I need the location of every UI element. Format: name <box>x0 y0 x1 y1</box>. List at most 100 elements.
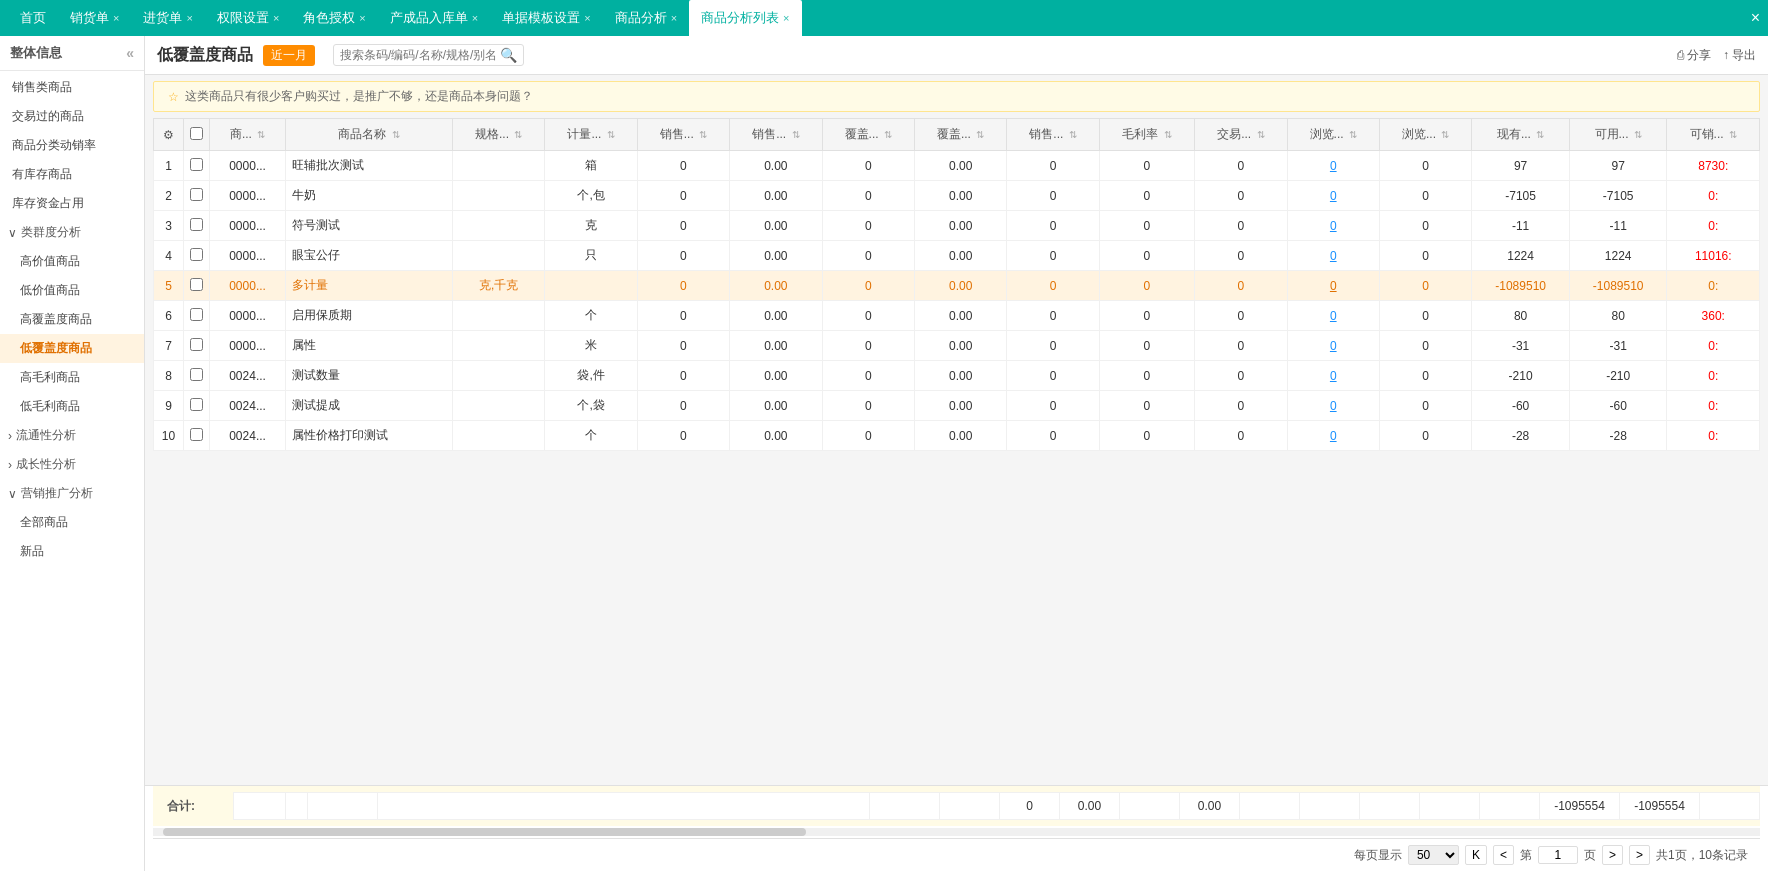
th-sales-amt[interactable]: 销售... ⇅ <box>730 119 822 151</box>
chevron-right-icon: › <box>8 429 12 443</box>
next-page-button[interactable]: > <box>1602 845 1623 865</box>
page-number-input[interactable] <box>1538 846 1578 864</box>
sidebar-item-low-coverage[interactable]: 低覆盖度商品 <box>0 334 144 363</box>
window-close-button[interactable]: × <box>1751 9 1760 27</box>
row-spec <box>452 301 544 331</box>
tab-sales-order[interactable]: 销货单 × <box>58 0 131 36</box>
row-number: 5 <box>154 271 184 301</box>
row-select-checkbox[interactable] <box>190 248 203 261</box>
th-sellable[interactable]: 可销... ⇅ <box>1667 119 1760 151</box>
th-sales3[interactable]: 销售... ⇅ <box>1007 119 1099 151</box>
row-browse2: 0 <box>1379 391 1471 421</box>
row-browse1: 0 <box>1287 421 1379 451</box>
sidebar-group-liquidity[interactable]: › 流通性分析 <box>0 421 144 450</box>
row-gross-margin: 0 <box>1099 301 1194 331</box>
row-select-checkbox[interactable] <box>190 398 203 411</box>
sidebar-item-high-margin[interactable]: 高毛利商品 <box>0 363 144 392</box>
row-name: 测试提成 <box>286 391 453 421</box>
row-browse2: 0 <box>1379 331 1471 361</box>
row-available: 1224 <box>1569 241 1667 271</box>
sidebar-group-category-analysis[interactable]: ∨ 类群度分析 <box>0 218 144 247</box>
row-trade: 0 <box>1195 181 1287 211</box>
th-checkbox <box>184 119 210 151</box>
row-select-checkbox[interactable] <box>190 188 203 201</box>
tab-product-analysis-list[interactable]: 商品分析列表 × <box>689 0 801 36</box>
row-browse1: 0 <box>1287 391 1379 421</box>
sidebar-item-high-value[interactable]: 高价值商品 <box>0 247 144 276</box>
sidebar-collapse-button[interactable]: « <box>126 45 134 61</box>
data-table: ⚙ 商... ⇅ 商品名称 ⇅ 规格... ⇅ 计量... ⇅ 销售... ⇅ … <box>153 118 1760 451</box>
th-gross-margin[interactable]: 毛利率 ⇅ <box>1099 119 1194 151</box>
tab-purchase-order[interactable]: 进货单 × <box>131 0 204 36</box>
row-spec <box>452 391 544 421</box>
table-row: 30000...符号测试克00.0000.0000000-11-110: <box>154 211 1760 241</box>
sidebar-item-traded-goods[interactable]: 交易过的商品 <box>0 102 144 131</box>
sidebar-item-all-goods[interactable]: 全部商品 <box>0 508 144 537</box>
th-sales-qty[interactable]: 销售... ⇅ <box>637 119 729 151</box>
row-current-stock: 80 <box>1472 301 1570 331</box>
row-unit: 个 <box>545 421 637 451</box>
sidebar-item-category-turnover[interactable]: 商品分类动销率 <box>0 131 144 160</box>
row-select-checkbox[interactable] <box>190 368 203 381</box>
sidebar-group-growth[interactable]: › 成长性分析 <box>0 450 144 479</box>
sidebar-item-high-coverage[interactable]: 高覆盖度商品 <box>0 305 144 334</box>
row-number: 3 <box>154 211 184 241</box>
tab-home[interactable]: 首页 <box>8 0 58 36</box>
th-browse2[interactable]: 浏览... ⇅ <box>1379 119 1471 151</box>
sidebar-item-low-margin[interactable]: 低毛利商品 <box>0 392 144 421</box>
sidebar-item-low-value[interactable]: 低价值商品 <box>0 276 144 305</box>
sidebar-item-sales-goods[interactable]: 销售类商品 <box>0 73 144 102</box>
th-cover2[interactable]: 覆盖... ⇅ <box>914 119 1006 151</box>
row-select-checkbox[interactable] <box>190 158 203 171</box>
row-code: 0000... <box>210 301 286 331</box>
tab-permission-settings[interactable]: 权限设置 × <box>205 0 291 36</box>
filter-button[interactable]: 近一月 <box>263 45 315 66</box>
th-current-stock[interactable]: 现有... ⇅ <box>1472 119 1570 151</box>
tab-product-analysis[interactable]: 商品分析 × <box>603 0 689 36</box>
last-page-button[interactable]: > <box>1629 845 1650 865</box>
sidebar-item-in-stock[interactable]: 有库存商品 <box>0 160 144 189</box>
search-icon[interactable]: 🔍 <box>500 47 517 63</box>
close-icon[interactable]: × <box>273 0 279 36</box>
th-unit[interactable]: 计量... ⇅ <box>545 119 637 151</box>
share-button[interactable]: ⎙ 分享 <box>1677 47 1711 64</box>
row-sales-qty: 0 <box>637 271 729 301</box>
row-cover1: 0 <box>822 211 914 241</box>
th-spec[interactable]: 规格... ⇅ <box>452 119 544 151</box>
export-button[interactable]: ↑ 导出 <box>1723 47 1756 64</box>
row-select-checkbox[interactable] <box>190 428 203 441</box>
close-icon[interactable]: × <box>186 0 192 36</box>
close-icon[interactable]: × <box>584 0 590 36</box>
th-available[interactable]: 可用... ⇅ <box>1569 119 1667 151</box>
row-select-checkbox[interactable] <box>190 308 203 321</box>
close-icon[interactable]: × <box>359 0 365 36</box>
table-container: ⚙ 商... ⇅ 商品名称 ⇅ 规格... ⇅ 计量... ⇅ 销售... ⇅ … <box>145 118 1768 785</box>
row-select-checkbox[interactable] <box>190 338 203 351</box>
tab-product-inbound[interactable]: 产成品入库单 × <box>378 0 490 36</box>
th-browse1[interactable]: 浏览... ⇅ <box>1287 119 1379 151</box>
tab-role-auth[interactable]: 角色授权 × <box>291 0 377 36</box>
sidebar-item-stock-funds[interactable]: 库存资金占用 <box>0 189 144 218</box>
th-code[interactable]: 商... ⇅ <box>210 119 286 151</box>
total-cover2: 0.00 <box>1180 793 1240 820</box>
row-trade: 0 <box>1195 241 1287 271</box>
close-icon[interactable]: × <box>671 0 677 36</box>
th-trade[interactable]: 交易... ⇅ <box>1195 119 1287 151</box>
close-icon[interactable]: × <box>783 0 789 36</box>
th-name[interactable]: 商品名称 ⇅ <box>286 119 453 151</box>
sidebar-item-new-goods[interactable]: 新品 <box>0 537 144 566</box>
tab-template-settings[interactable]: 单据模板设置 × <box>490 0 602 36</box>
search-input[interactable] <box>340 48 500 62</box>
page-size-select[interactable]: 50 20 100 <box>1408 845 1459 865</box>
prev-page-button[interactable]: < <box>1493 845 1514 865</box>
th-cover1[interactable]: 覆盖... ⇅ <box>822 119 914 151</box>
row-cover1: 0 <box>822 151 914 181</box>
th-settings[interactable]: ⚙ <box>154 119 184 151</box>
close-icon[interactable]: × <box>472 0 478 36</box>
select-all-checkbox[interactable] <box>190 127 203 140</box>
row-select-checkbox[interactable] <box>190 218 203 231</box>
first-page-button[interactable]: K <box>1465 845 1487 865</box>
sidebar-group-marketing[interactable]: ∨ 营销推广分析 <box>0 479 144 508</box>
close-icon[interactable]: × <box>113 0 119 36</box>
row-select-checkbox[interactable] <box>190 278 203 291</box>
